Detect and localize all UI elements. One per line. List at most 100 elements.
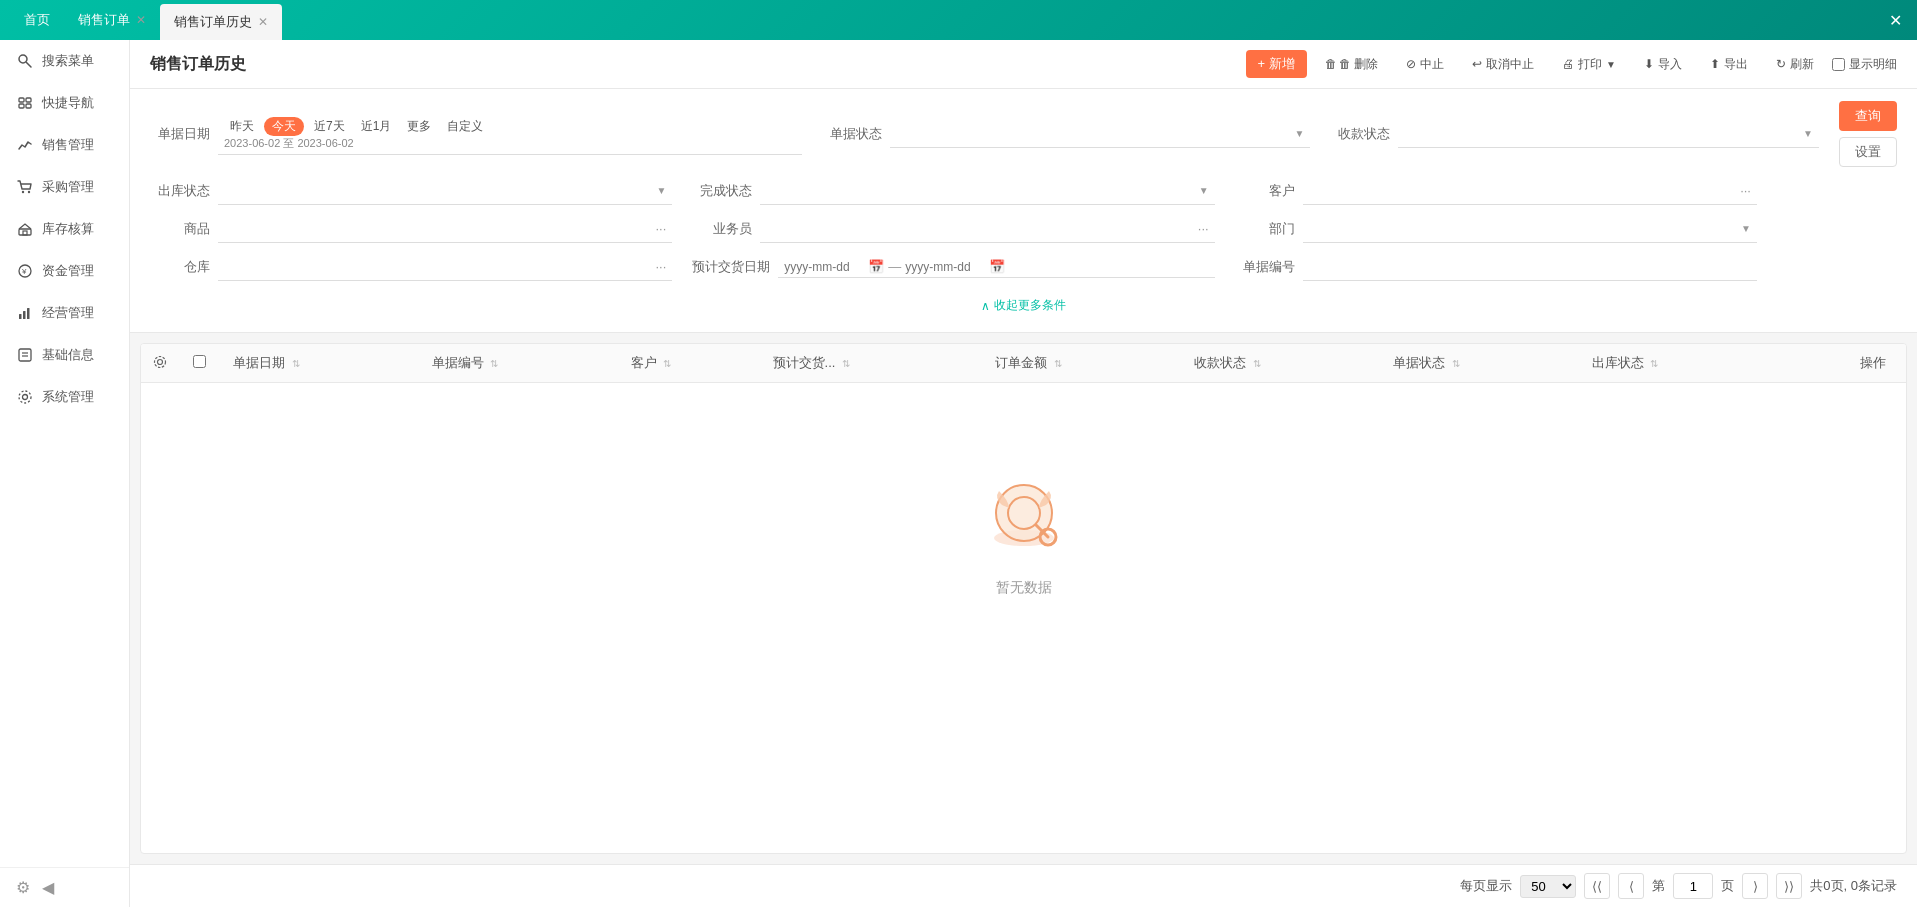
- sidebar-collapse-icon[interactable]: ◀: [42, 878, 54, 897]
- col-header-out-stock[interactable]: 出库状态 ⇅: [1580, 344, 1779, 383]
- sort-delivery-icon: ⇅: [842, 358, 850, 369]
- sidebar-item-inventory[interactable]: 库存核算: [0, 208, 129, 250]
- tab-sales-order-label: 销售订单: [78, 11, 130, 29]
- col-header-order-amount[interactable]: 订单金额 ⇅: [983, 344, 1182, 383]
- display-detail-label: 显示明细: [1849, 56, 1897, 73]
- department-select[interactable]: [1303, 215, 1757, 243]
- salesperson-input[interactable]: [760, 215, 1214, 243]
- sidebar-item-purchase-mgmt[interactable]: 采购管理: [0, 166, 129, 208]
- tab-sales-order[interactable]: 销售订单 ✕: [64, 0, 160, 40]
- new-button[interactable]: + 新增: [1246, 50, 1307, 78]
- payment-status-label: 收款状态: [1330, 125, 1390, 143]
- date-filter-buttons: 昨天 今天 近7天 近1月 更多 自定义: [224, 117, 796, 136]
- top-bar-right: ✕: [1883, 8, 1907, 32]
- filter-area: 单据日期 昨天 今天 近7天 近1月 更多 自定义 2023-06-02 至 2…: [130, 89, 1917, 333]
- export-button[interactable]: ⬆ 导出: [1700, 52, 1758, 77]
- col-header-expected-delivery[interactable]: 预计交货... ⇅: [761, 344, 984, 383]
- complete-status-select[interactable]: [760, 177, 1214, 205]
- export-icon: ⬆: [1710, 57, 1720, 71]
- display-detail-toggle[interactable]: 显示明细: [1832, 56, 1897, 73]
- date-1month-btn[interactable]: 近1月: [355, 117, 398, 136]
- stop-button[interactable]: ⊘ 中止: [1396, 52, 1454, 77]
- tab-sales-order-history[interactable]: 销售订单历史 ✕: [160, 4, 282, 40]
- sort-number-icon: ⇅: [490, 358, 498, 369]
- warehouse-input[interactable]: [218, 253, 672, 281]
- search-menu-icon: [16, 52, 34, 70]
- print-icon: 🖨: [1562, 57, 1574, 71]
- delete-button[interactable]: 🗑 🗑 删除: [1315, 52, 1388, 77]
- table-checkbox-header[interactable]: [181, 344, 221, 383]
- refresh-button[interactable]: ↻ 刷新: [1766, 52, 1824, 77]
- date-custom-btn[interactable]: 自定义: [441, 117, 489, 136]
- collapse-bar[interactable]: ∧ 收起更多条件: [150, 291, 1897, 320]
- first-page-button[interactable]: ⟨⟨: [1584, 873, 1610, 899]
- payment-status-select[interactable]: [1398, 120, 1819, 148]
- col-header-number[interactable]: 单据编号 ⇅: [420, 344, 619, 383]
- last-page-button[interactable]: ⟩⟩: [1776, 873, 1802, 899]
- date-filter-item: 单据日期 昨天 今天 近7天 近1月 更多 自定义 2023-06-02 至 2…: [150, 114, 802, 155]
- stop-icon: ⊘: [1406, 57, 1416, 71]
- sidebar-item-operations-mgmt[interactable]: 经营管理: [0, 292, 129, 334]
- collapse-label: 收起更多条件: [994, 297, 1066, 314]
- prev-page-button[interactable]: ⟨: [1618, 873, 1644, 899]
- col-header-payment-status[interactable]: 收款状态 ⇅: [1182, 344, 1381, 383]
- date-filter-label: 单据日期: [150, 125, 210, 143]
- display-detail-checkbox[interactable]: [1832, 58, 1845, 71]
- delivery-end-date[interactable]: [905, 260, 985, 274]
- select-all-checkbox[interactable]: [193, 355, 206, 368]
- svg-point-6: [22, 191, 24, 193]
- filter-row-3: 商品 业务员 部门: [150, 215, 1897, 243]
- svg-rect-15: [19, 349, 31, 361]
- date-today-btn[interactable]: 今天: [264, 117, 304, 136]
- sidebar-item-search-menu[interactable]: 搜索菜单: [0, 40, 129, 82]
- sidebar-label-capital-mgmt: 资金管理: [42, 262, 94, 280]
- table-settings-header[interactable]: [141, 344, 181, 383]
- close-history-tab-icon[interactable]: ✕: [258, 15, 268, 29]
- sidebar-item-sales-mgmt[interactable]: 销售管理: [0, 124, 129, 166]
- delivery-start-date[interactable]: [784, 260, 864, 274]
- customer-input[interactable]: [1303, 177, 1757, 205]
- window-close-button[interactable]: ✕: [1883, 8, 1907, 32]
- sidebar-label-search-menu: 搜索菜单: [42, 52, 94, 70]
- sidebar-label-operations-mgmt: 经营管理: [42, 304, 94, 322]
- close-sales-order-tab-icon[interactable]: ✕: [136, 13, 146, 27]
- tab-home[interactable]: 首页: [10, 0, 64, 40]
- warehouse-label: 仓库: [150, 258, 210, 276]
- query-settings-area: 查询 设置: [1839, 101, 1897, 167]
- doc-number-input[interactable]: [1303, 253, 1757, 281]
- svg-point-21: [155, 356, 166, 367]
- date-7days-btn[interactable]: 近7天: [308, 117, 351, 136]
- cancel-stop-button[interactable]: ↩ 取消中止: [1462, 52, 1544, 77]
- toolbar: + 新增 🗑 🗑 删除 ⊘ 中止 ↩ 取消中止 🖨 打印 ▼: [1246, 50, 1897, 78]
- goods-input[interactable]: [218, 215, 672, 243]
- sidebar-item-capital-mgmt[interactable]: ¥ 资金管理: [0, 250, 129, 292]
- print-button[interactable]: 🖨 打印 ▼: [1552, 52, 1626, 77]
- svg-rect-12: [19, 314, 22, 319]
- doc-status-select[interactable]: [890, 120, 1311, 148]
- settings-button[interactable]: 设置: [1839, 137, 1897, 167]
- sort-customer-icon: ⇅: [663, 358, 671, 369]
- sidebar-item-basic-info[interactable]: 基础信息: [0, 334, 129, 376]
- delivery-date-label: 预计交货日期: [692, 258, 770, 276]
- empty-state-icon: [974, 463, 1074, 563]
- sidebar-item-system-mgmt[interactable]: 系统管理: [0, 376, 129, 418]
- import-button[interactable]: ⬇ 导入: [1634, 52, 1692, 77]
- svg-point-7: [28, 191, 30, 193]
- page-number-input[interactable]: [1673, 873, 1713, 899]
- date-more-btn[interactable]: 更多: [401, 117, 437, 136]
- empty-text: 暂无数据: [996, 579, 1052, 597]
- page-size-select[interactable]: 50 10 20 100: [1520, 875, 1576, 898]
- out-stock-select[interactable]: [218, 177, 672, 205]
- query-button[interactable]: 查询: [1839, 101, 1897, 131]
- sort-date-icon: ⇅: [292, 358, 300, 369]
- system-mgmt-icon: [16, 388, 34, 406]
- calendar-icon-start: 📅: [868, 259, 884, 274]
- sidebar-settings-icon[interactable]: ⚙: [16, 878, 30, 897]
- date-yesterday-btn[interactable]: 昨天: [224, 117, 260, 136]
- svg-rect-3: [26, 98, 31, 102]
- col-header-date[interactable]: 单据日期 ⇅: [221, 344, 420, 383]
- col-header-doc-status[interactable]: 单据状态 ⇅: [1381, 344, 1580, 383]
- next-page-button[interactable]: ⟩: [1742, 873, 1768, 899]
- sidebar-item-quick-nav[interactable]: 快捷导航: [0, 82, 129, 124]
- col-header-customer[interactable]: 客户 ⇅: [619, 344, 761, 383]
